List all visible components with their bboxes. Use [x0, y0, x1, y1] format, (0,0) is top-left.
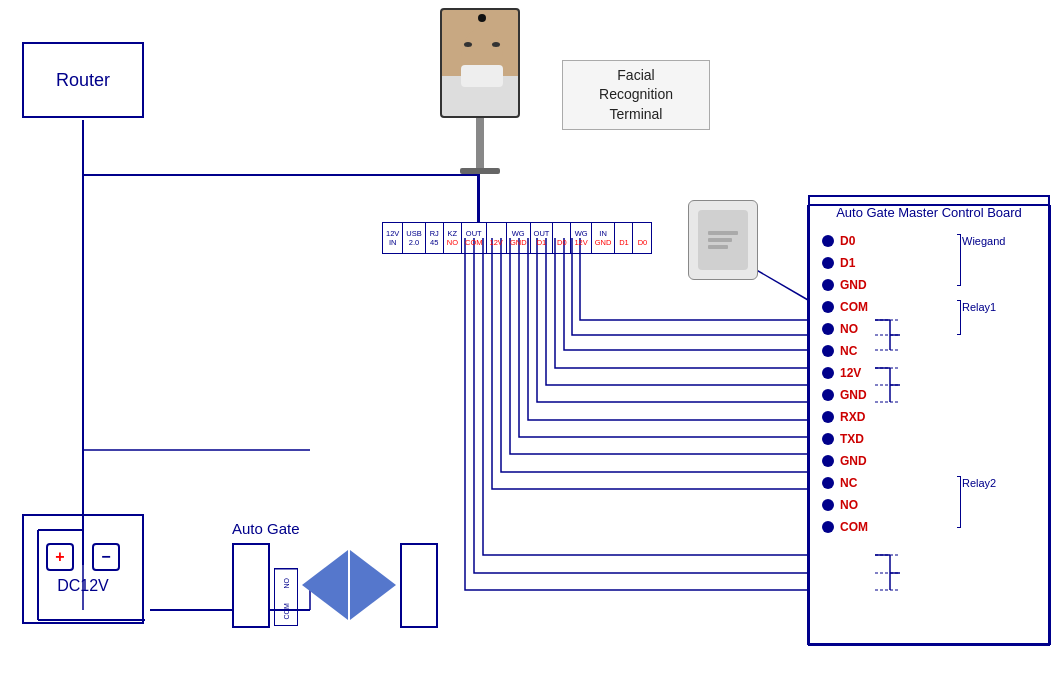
pin-gnd1: GND [840, 278, 876, 292]
connector-block: 12VIN USB2.0 RJ45 KZNO OUTCOM 12V WGGND … [382, 222, 652, 254]
facial-recognition-label-box: FacialRecognitionTerminal [562, 60, 710, 130]
conn-cell-12v-in: 12VIN [383, 223, 403, 253]
pin-rxd: RXD [840, 410, 876, 424]
dc12v-terminals: + − [46, 543, 120, 571]
conn-cell-12v-red: 12V [487, 223, 507, 253]
pin-12v: 12V [840, 366, 876, 380]
pin-gnd3: GND [840, 454, 876, 468]
router-label: Router [56, 70, 110, 91]
gate-conn-no: NO [275, 569, 297, 598]
pin-gnd2: GND [840, 388, 876, 402]
conn-cell-out-com: OUTCOM [462, 223, 487, 253]
diagram: Router + − DC12V FacialRecognition [0, 0, 1060, 676]
dc12v-box: + − DC12V [22, 514, 144, 624]
facial-terminal-device [440, 8, 520, 174]
auto-gate-area: Auto Gate NO COM [232, 520, 438, 628]
pin-no2: NO [840, 498, 876, 512]
conn-cell-rj45: RJ45 [426, 223, 444, 253]
pin-com2: COM [840, 520, 876, 534]
card-reader-inner [698, 210, 748, 270]
pin-com1: COM [840, 300, 876, 314]
conn-cell-out-d1: OUTD1 [531, 223, 554, 253]
gate-connector: NO COM [274, 568, 298, 626]
pin-d0: D0 [840, 234, 876, 248]
terminal-plus: + [46, 543, 74, 571]
conn-cell-wg-gnd: WGGND [507, 223, 531, 253]
control-board-title: Auto Gate Master Control Board [810, 197, 1048, 226]
terminal-base [460, 168, 500, 174]
gate-wing-right [350, 550, 396, 620]
terminal-pole [476, 118, 484, 168]
conn-cell-d0: D0 [553, 223, 571, 253]
gate-left-panel [232, 543, 270, 628]
card-reader [688, 200, 758, 280]
facial-recognition-label: FacialRecognitionTerminal [599, 66, 673, 125]
relay2-label: Relay2 [962, 477, 996, 489]
pin-no1: NO [840, 322, 876, 336]
conn-cell-usb: USB2.0 [403, 223, 425, 253]
terminal-screen [440, 8, 520, 118]
pin-nc1: NC [840, 344, 876, 358]
gate-wing-left [302, 550, 348, 620]
conn-cell-d0-2: D0 [633, 223, 651, 253]
gate-wings [302, 550, 396, 620]
wiegand-label: Wiegand [962, 235, 1005, 247]
conn-cell-d1-2: D1 [615, 223, 633, 253]
relay1-label: Relay1 [962, 301, 996, 313]
terminal-face [442, 10, 520, 118]
pin-txd: TXD [840, 432, 876, 446]
pin-nc2: NC [840, 476, 876, 490]
dc12v-label: DC12V [57, 577, 109, 595]
terminal-minus: − [92, 543, 120, 571]
conn-cell-in-gnd: INGND [592, 223, 616, 253]
control-board-box: Auto Gate Master Control Board D0 Wiegan… [808, 195, 1050, 645]
auto-gate-label: Auto Gate [232, 520, 438, 537]
router-box: Router [22, 42, 144, 118]
gate-conn-com: COM [275, 598, 297, 626]
conn-cell-wg-12v: WG12V [571, 223, 591, 253]
gate-diagram: NO COM [232, 543, 438, 628]
conn-cell-kz: KZNO [444, 223, 462, 253]
gate-right-panel [400, 543, 438, 628]
pin-d1: D1 [840, 256, 876, 270]
terminal-camera [478, 14, 486, 22]
